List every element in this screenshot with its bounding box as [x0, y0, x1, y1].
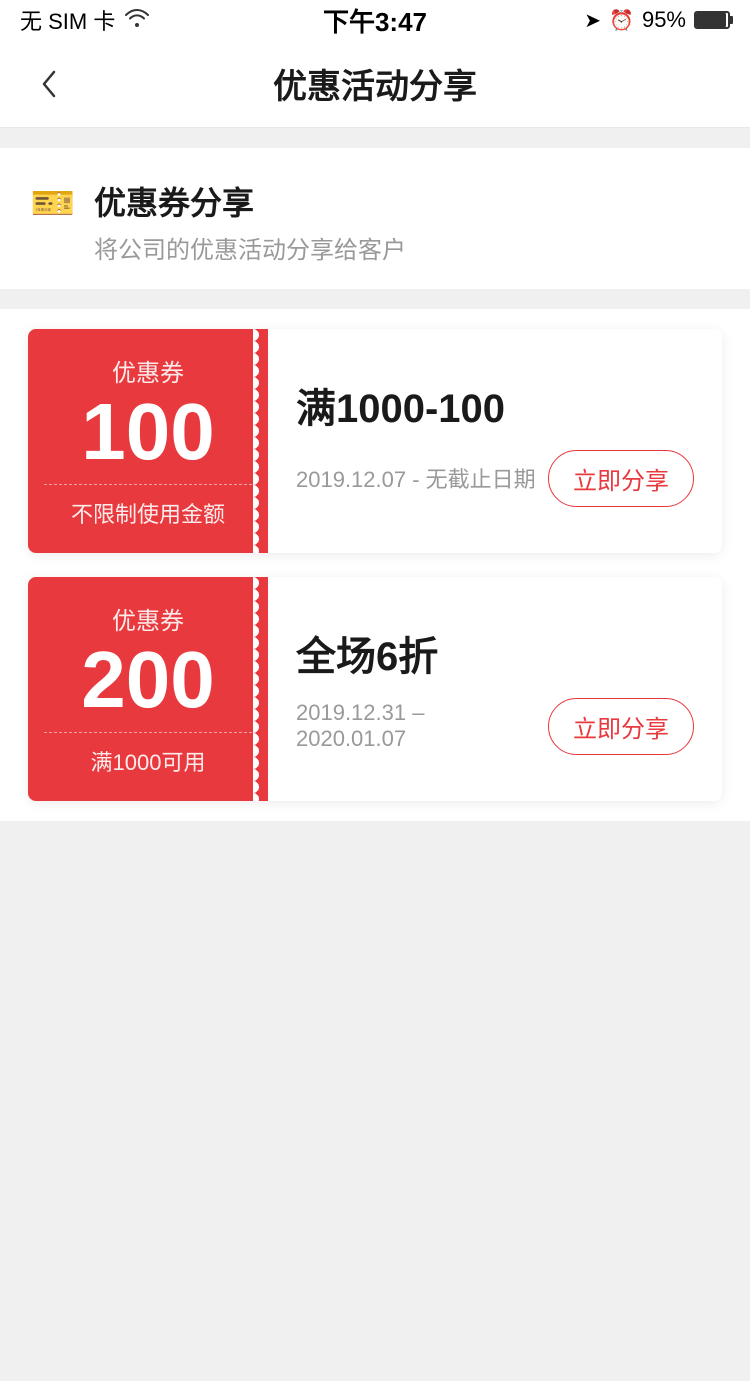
status-left: 无 SIM 卡 — [20, 4, 151, 36]
coupon-right-1: 全场6折 2019.12.31 – 2020.01.07 立即分享 — [268, 577, 722, 801]
coupon-amount-1: 200 — [81, 640, 214, 720]
coupon-left-1: 优惠券 200 满1000可用 — [28, 577, 268, 801]
coupon-name-0: 满1000-100 — [296, 376, 694, 434]
location-icon: ➤ — [584, 8, 601, 33]
battery-percent: 95% — [642, 7, 686, 33]
section-text: 优惠券分享 将公司的优惠活动分享给客户 — [94, 178, 406, 265]
coupon-footer-1: 2019.12.31 – 2020.01.07 立即分享 — [296, 698, 694, 755]
page-title: 优惠活动分享 — [273, 59, 477, 108]
battery-icon — [694, 11, 730, 29]
nav-bar: 优惠活动分享 — [0, 40, 750, 128]
coupon-label-0: 优惠券 — [112, 353, 184, 388]
coupon-footer-0: 2019.12.07 - 无截止日期 立即分享 — [296, 450, 694, 507]
share-button-1[interactable]: 立即分享 — [548, 698, 694, 755]
section-subtitle: 将公司的优惠活动分享给客户 — [94, 230, 406, 265]
status-right: ➤ ⏰ 95% — [584, 7, 730, 33]
coupon-label-1: 优惠券 — [112, 601, 184, 636]
back-button[interactable] — [28, 62, 72, 106]
coupon-left-0: 优惠券 100 不限制使用金额 — [28, 329, 268, 553]
coupon-date-1: 2019.12.31 – 2020.01.07 — [296, 700, 536, 752]
coupon-date-0: 2019.12.07 - 无截止日期 — [296, 462, 536, 494]
wifi-icon — [123, 7, 151, 33]
status-bar: 无 SIM 卡 下午3:47 ➤ ⏰ 95% — [0, 0, 750, 40]
section-icon: 🎫 — [28, 178, 78, 228]
coupon-list: 优惠券 100 不限制使用金额 满1000-100 2019.12.07 - 无… — [0, 309, 750, 821]
coupon-divider-0 — [44, 484, 252, 485]
coupon-name-1: 全场6折 — [296, 624, 694, 682]
coupon-condition-1: 满1000可用 — [91, 745, 206, 777]
empty-space — [0, 821, 750, 1381]
section-title: 优惠券分享 — [94, 178, 406, 224]
alarm-icon: ⏰ — [609, 8, 634, 33]
coupon-divider-1 — [44, 732, 252, 733]
coupon-amount-0: 100 — [81, 392, 214, 472]
coupon-item: 优惠券 100 不限制使用金额 满1000-100 2019.12.07 - 无… — [28, 329, 722, 553]
carrier-text: 无 SIM 卡 — [20, 4, 115, 36]
coupon-item-1: 优惠券 200 满1000可用 全场6折 2019.12.31 – 2020.0… — [28, 577, 722, 801]
status-time: 下午3:47 — [323, 2, 427, 39]
section-header: 🎫 优惠券分享 将公司的优惠活动分享给客户 — [0, 148, 750, 289]
coupon-right-0: 满1000-100 2019.12.07 - 无截止日期 立即分享 — [268, 329, 722, 553]
coupon-condition-0: 不限制使用金额 — [71, 497, 225, 529]
share-button-0[interactable]: 立即分享 — [548, 450, 694, 507]
